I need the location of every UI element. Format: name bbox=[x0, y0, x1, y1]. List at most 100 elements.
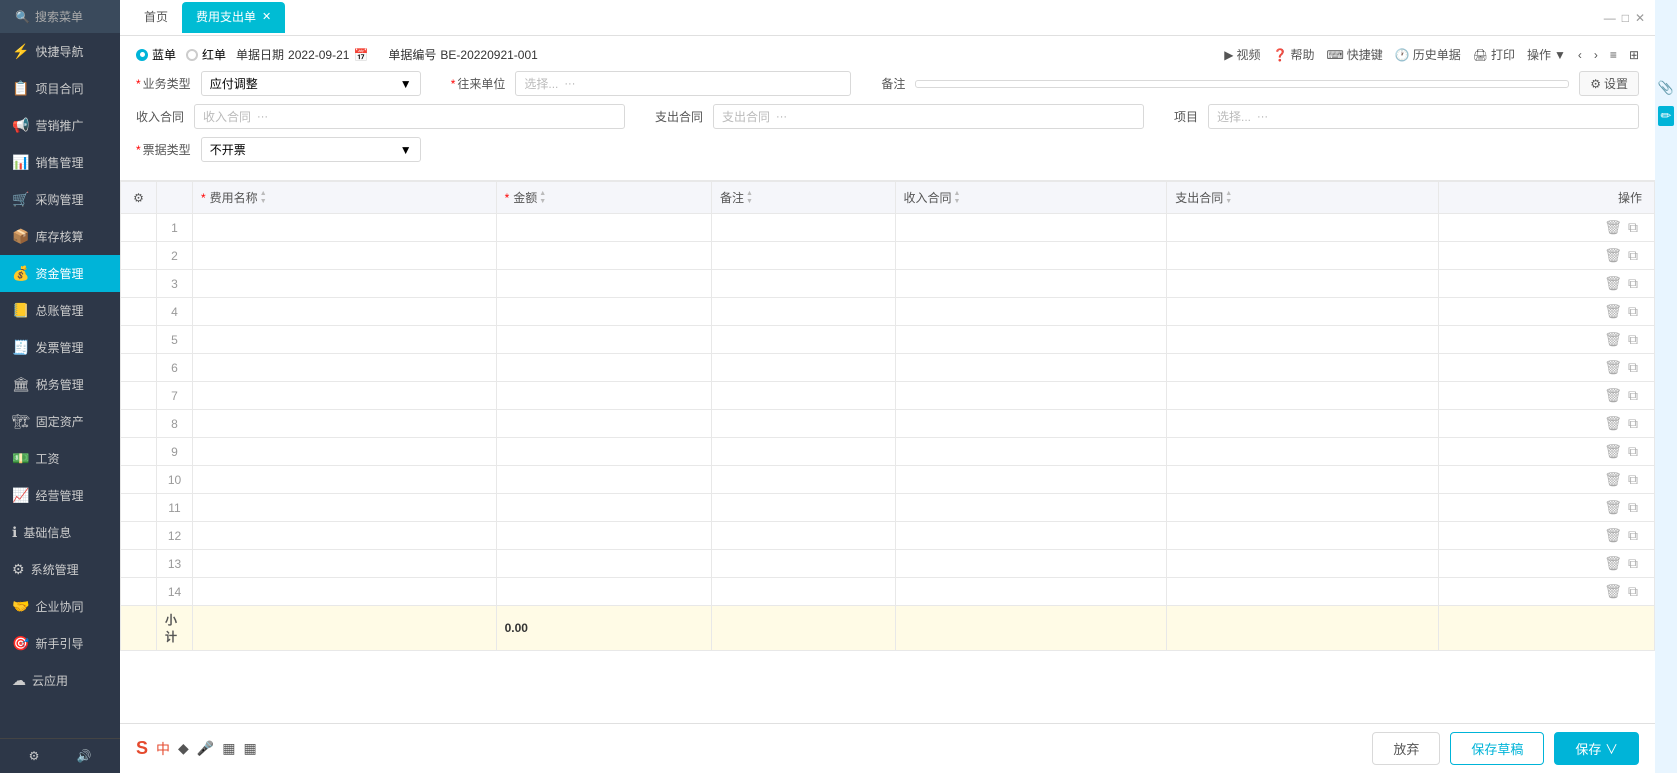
expense-name-cell[interactable] bbox=[193, 550, 497, 578]
expense-contract-cell[interactable] bbox=[1167, 438, 1439, 466]
amount-cell[interactable] bbox=[496, 298, 711, 326]
table-header-expense-name[interactable]: * 费用名称 ▲▼ bbox=[193, 182, 497, 214]
income-contract-cell[interactable] bbox=[895, 242, 1167, 270]
sidebar-item-quick-nav[interactable]: ⚡快捷导航 bbox=[0, 33, 120, 70]
sidebar-item-new-guide[interactable]: 🎯新手引导 bbox=[0, 625, 120, 662]
remark-cell[interactable] bbox=[712, 326, 896, 354]
expense-name-cell[interactable] bbox=[193, 298, 497, 326]
expense-name-cell[interactable] bbox=[193, 494, 497, 522]
expense-contract-ellipsis[interactable]: ··· bbox=[774, 111, 789, 123]
amount-cell[interactable] bbox=[496, 270, 711, 298]
remark-cell[interactable] bbox=[712, 354, 896, 382]
attachment-icon[interactable]: 📎 bbox=[1658, 80, 1674, 96]
amount-cell[interactable] bbox=[496, 242, 711, 270]
copy-icon[interactable]: ⧉ bbox=[1628, 527, 1638, 544]
remark-cell[interactable] bbox=[712, 466, 896, 494]
expense-name-cell[interactable] bbox=[193, 270, 497, 298]
remark-cell[interactable] bbox=[712, 578, 896, 606]
sidebar-item-fixed-assets[interactable]: 🏗固定资产 bbox=[0, 403, 120, 440]
num-value[interactable]: BE-20220921-001 bbox=[440, 48, 537, 62]
income-contract-cell[interactable] bbox=[895, 578, 1167, 606]
delete-icon[interactable]: 🗑 bbox=[1604, 219, 1622, 236]
tab-home[interactable]: 首页 bbox=[130, 2, 182, 33]
copy-icon[interactable]: ⧉ bbox=[1628, 555, 1638, 572]
expense-contract-cell[interactable] bbox=[1167, 214, 1439, 242]
table-header-remark[interactable]: 备注 ▲▼ bbox=[712, 182, 896, 214]
date-value[interactable]: 2022-09-21 bbox=[288, 48, 349, 62]
expense-contract-cell[interactable] bbox=[1167, 326, 1439, 354]
copy-icon[interactable]: ⧉ bbox=[1628, 499, 1638, 516]
shortcut-btn[interactable]: ⌨ 快捷键 bbox=[1326, 46, 1382, 63]
income-contract-cell[interactable] bbox=[895, 494, 1167, 522]
nav-right-btn[interactable]: › bbox=[1594, 48, 1598, 62]
window-maximize-icon[interactable]: □ bbox=[1622, 11, 1629, 25]
income-contract-cell[interactable] bbox=[895, 382, 1167, 410]
income-contract-cell[interactable] bbox=[895, 466, 1167, 494]
income-contract-cell[interactable] bbox=[895, 214, 1167, 242]
expense-name-cell[interactable] bbox=[193, 242, 497, 270]
remark-cell[interactable] bbox=[712, 214, 896, 242]
expense-contract-input[interactable]: 支出合同 ··· bbox=[713, 104, 1144, 129]
counterpart-ellipsis-btn[interactable]: ··· bbox=[562, 78, 577, 90]
amount-cell[interactable] bbox=[496, 326, 711, 354]
expense-contract-cell[interactable] bbox=[1167, 298, 1439, 326]
edit-icon[interactable]: ✏ bbox=[1658, 106, 1675, 126]
history-btn[interactable]: 🕐 历史单据 bbox=[1395, 46, 1461, 63]
expense-contract-cell[interactable] bbox=[1167, 522, 1439, 550]
delete-icon[interactable]: 🗑 bbox=[1604, 331, 1622, 348]
sidebar-item-marketing[interactable]: 📢营销推广 bbox=[0, 107, 120, 144]
amount-cell[interactable] bbox=[496, 438, 711, 466]
delete-icon[interactable]: 🗑 bbox=[1604, 527, 1622, 544]
expense-name-cell[interactable] bbox=[193, 466, 497, 494]
sidebar-item-tax-mgmt[interactable]: 🏛税务管理 bbox=[0, 366, 120, 403]
copy-icon[interactable]: ⧉ bbox=[1628, 443, 1638, 460]
expense-name-cell[interactable] bbox=[193, 410, 497, 438]
sidebar-item-ops-mgmt[interactable]: 📈经营管理 bbox=[0, 477, 120, 514]
remark-cell[interactable] bbox=[712, 382, 896, 410]
expense-name-cell[interactable] bbox=[193, 522, 497, 550]
save-button[interactable]: 保存 ∨ bbox=[1554, 732, 1639, 765]
remark-cell[interactable] bbox=[712, 410, 896, 438]
amount-cell[interactable] bbox=[496, 550, 711, 578]
set-button[interactable]: ⚙ 设置 bbox=[1579, 71, 1639, 96]
sidebar-item-enterprise[interactable]: 🤝企业协同 bbox=[0, 588, 120, 625]
table-header-income-contract[interactable]: 收入合同 ▲▼ bbox=[895, 182, 1167, 214]
copy-icon[interactable]: ⧉ bbox=[1628, 219, 1638, 236]
delete-icon[interactable]: 🗑 bbox=[1604, 247, 1622, 264]
remark-input[interactable] bbox=[915, 80, 1569, 88]
delete-icon[interactable]: 🗑 bbox=[1604, 555, 1622, 572]
delete-icon[interactable]: 🗑 bbox=[1604, 387, 1622, 404]
expense-contract-cell[interactable] bbox=[1167, 466, 1439, 494]
remark-cell[interactable] bbox=[712, 270, 896, 298]
expense-name-cell[interactable] bbox=[193, 354, 497, 382]
income-contract-cell[interactable] bbox=[895, 522, 1167, 550]
settings-icon[interactable]: ⚙ bbox=[29, 749, 40, 763]
sidebar-item-purchase-mgmt[interactable]: 🛒采购管理 bbox=[0, 181, 120, 218]
delete-icon[interactable]: 🗑 bbox=[1604, 415, 1622, 432]
list-view-btn[interactable]: ≡ bbox=[1610, 48, 1617, 62]
expense-contract-cell[interactable] bbox=[1167, 578, 1439, 606]
expense-contract-cell[interactable] bbox=[1167, 410, 1439, 438]
income-contract-cell[interactable] bbox=[895, 354, 1167, 382]
discard-button[interactable]: 放弃 bbox=[1372, 732, 1440, 765]
radio-blue[interactable]: 蓝单 bbox=[136, 46, 176, 63]
remark-cell[interactable] bbox=[712, 522, 896, 550]
income-contract-cell[interactable] bbox=[895, 270, 1167, 298]
video-btn[interactable]: ▶ 视频 bbox=[1224, 46, 1260, 63]
audio-icon[interactable]: 🔊 bbox=[76, 749, 91, 763]
tab-expense[interactable]: 费用支出单✕ bbox=[182, 2, 285, 33]
table-header-amount[interactable]: * 金额 ▲▼ bbox=[496, 182, 711, 214]
expense-contract-cell[interactable] bbox=[1167, 270, 1439, 298]
delete-icon[interactable]: 🗑 bbox=[1604, 443, 1622, 460]
amount-cell[interactable] bbox=[496, 214, 711, 242]
grid-view-btn[interactable]: ⊞ bbox=[1629, 48, 1639, 62]
expense-contract-cell[interactable] bbox=[1167, 494, 1439, 522]
income-contract-input[interactable]: 收入合同 ··· bbox=[194, 104, 625, 129]
sidebar-item-cloud-app[interactable]: ☁云应用 bbox=[0, 662, 120, 699]
table-header-gear[interactable]: ⚙ bbox=[121, 182, 157, 214]
expense-name-cell[interactable] bbox=[193, 326, 497, 354]
expense-name-cell[interactable] bbox=[193, 382, 497, 410]
sidebar-item-project-contract[interactable]: 📋项目合同 bbox=[0, 70, 120, 107]
amount-cell[interactable] bbox=[496, 578, 711, 606]
delete-icon[interactable]: 🗑 bbox=[1604, 583, 1622, 600]
